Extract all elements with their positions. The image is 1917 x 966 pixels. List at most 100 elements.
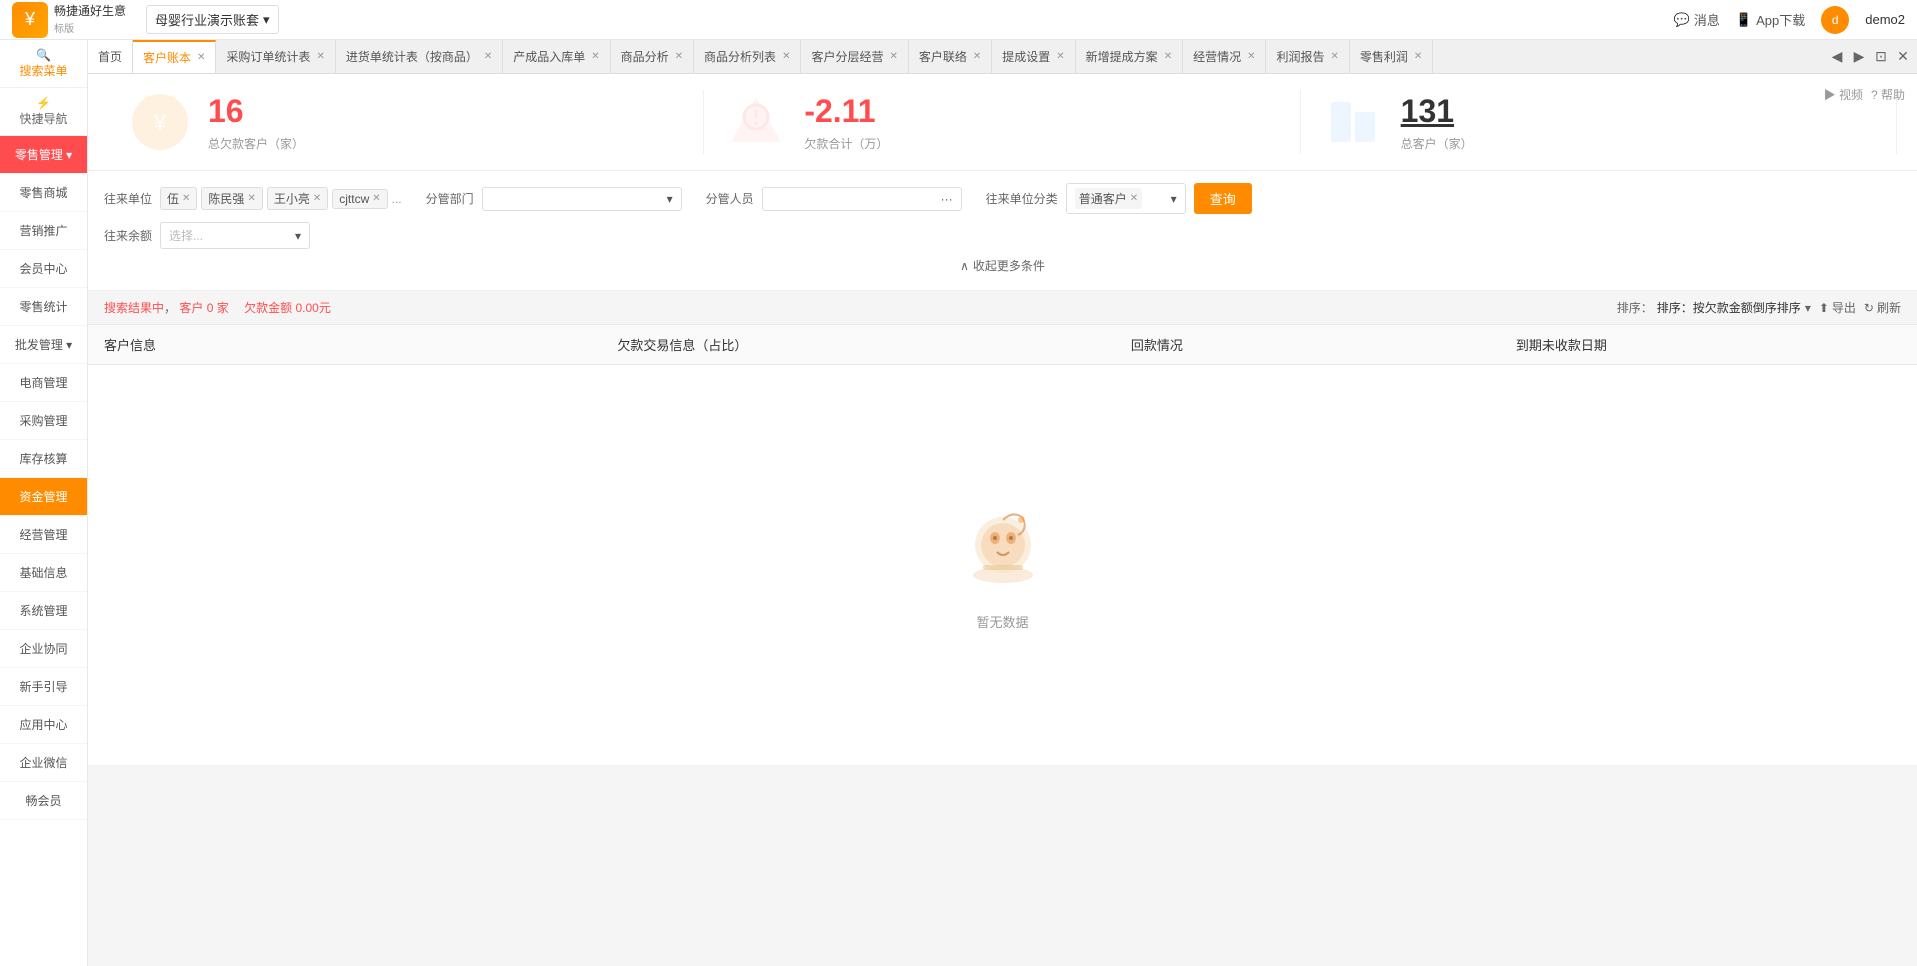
unit-category-remove[interactable]: ✕ (1130, 193, 1138, 204)
message-btn[interactable]: 💬 消息 (1674, 10, 1720, 29)
avatar-letter: d (1832, 13, 1839, 27)
tab-customer-contact[interactable]: 客户联络 ✕ (909, 40, 992, 74)
tab-purchase-order-stats[interactable]: 采购订单统计表 ✕ (216, 40, 335, 74)
sidebar-item-retail-mgmt[interactable]: 零售管理 ▾ (0, 136, 87, 174)
dept-dropdown-icon: ▾ (667, 192, 673, 206)
tab-prev-btn[interactable]: ◀ (1827, 47, 1847, 67)
video-btn[interactable]: ▶ 视频 (1824, 86, 1863, 103)
filter-tag-wang-remove[interactable]: ✕ (313, 193, 321, 204)
sidebar-item-retail-stats[interactable]: 零售统计 (0, 288, 87, 326)
total-customers-label: 总欠款客户（家） (208, 135, 304, 152)
help-btn[interactable]: ? 帮助 (1871, 86, 1905, 103)
store-selector[interactable]: 母婴行业演示账套 ▾ (146, 5, 279, 34)
tab-goods-inbound-stats-close[interactable]: ✕ (484, 51, 492, 62)
sidebar-item-app-center[interactable]: 应用中心 (0, 706, 87, 744)
stat-info-total: 131 总客户（家） (1401, 92, 1473, 151)
tab-new-commission-close[interactable]: ✕ (1164, 51, 1172, 62)
user-avatar[interactable]: d (1821, 6, 1849, 34)
tab-profit-report-close[interactable]: ✕ (1331, 51, 1339, 62)
tab-new-commission-label: 新增提成方案 (1086, 48, 1158, 65)
finance-label: 资金管理 (4, 488, 83, 505)
tab-operation-status-close[interactable]: ✕ (1247, 51, 1255, 62)
sidebar-item-purchase[interactable]: 采购管理 (0, 402, 87, 440)
sort-dropdown-icon: ▾ (1805, 301, 1811, 315)
collapse-btn[interactable]: ∧ 收起更多条件 (960, 257, 1045, 274)
table-header: 客户信息 欠款交易信息（占比） 回款情况 到期未收款日期 (88, 325, 1917, 365)
export-btn[interactable]: ⬆ 导出 (1819, 299, 1856, 316)
unit-category-select[interactable]: 普通客户 ✕ ▾ (1066, 183, 1186, 214)
sidebar-item-retail-mall[interactable]: 零售商城 (0, 174, 87, 212)
tab-close-all-btn[interactable]: ✕ (1893, 47, 1913, 67)
sidebar-item-member[interactable]: 畅会员 (0, 782, 87, 820)
balance-select[interactable]: 选择... ▾ (160, 222, 310, 249)
result-info: 搜索结果中， 客户 0 家 欠款金额 0.00元 (104, 299, 331, 316)
sort-select[interactable]: 排序： 排序：按欠款金额倒序排序 ▾ (1617, 299, 1811, 316)
tab-next-btn[interactable]: ▶ (1849, 47, 1869, 67)
help-label: 帮助 (1881, 88, 1905, 102)
person-more-icon: ··· (941, 192, 953, 206)
overdue-amount-result-value: 0.00元 (295, 301, 330, 315)
sidebar-item-inventory[interactable]: 库存核算 (0, 440, 87, 478)
stat-info-overdue: -2.11 欠款合计（万） (804, 92, 888, 151)
filter-tags-unit: 伍 ✕ 陈民强 ✕ 王小亮 ✕ cjttcw ✕ (160, 187, 402, 210)
tab-expand-btn[interactable]: ⊡ (1871, 47, 1891, 67)
sidebar-item-member-center[interactable]: 会员中心 (0, 250, 87, 288)
sidebar-item-finance[interactable]: 资金管理 (0, 478, 87, 516)
refresh-btn[interactable]: ↻ 刷新 (1864, 299, 1901, 316)
person-select[interactable]: ··· (762, 187, 962, 211)
sidebar-item-system[interactable]: 系统管理 (0, 592, 87, 630)
tab-home[interactable]: 首页 (88, 40, 133, 74)
tab-commission-settings-close[interactable]: ✕ (1056, 51, 1064, 62)
logo-symbol: ¥ (25, 9, 35, 30)
logo-text-block: 畅捷通好生意 标版 (54, 4, 126, 35)
query-button[interactable]: 查询 (1194, 183, 1252, 214)
tab-retail-profit[interactable]: 零售利润 ✕ (1350, 40, 1433, 74)
export-icon: ⬆ (1819, 301, 1829, 315)
sidebar-search[interactable]: 🔍 搜索菜单 (0, 40, 87, 88)
sidebar-item-marketing[interactable]: 营销推广 (0, 212, 87, 250)
tab-customer-tier-close[interactable]: ✕ (889, 51, 897, 62)
tab-customer-contact-close[interactable]: ✕ (973, 51, 981, 62)
filter-tag-wang: 王小亮 ✕ (267, 187, 328, 210)
tab-customer-ledger-close[interactable]: ✕ (197, 52, 205, 63)
stat-help-area: ▶ 视频 ? 帮助 (1824, 86, 1905, 103)
tab-customer-tier[interactable]: 客户分层经营 ✕ (801, 40, 908, 74)
tab-retail-profit-close[interactable]: ✕ (1414, 51, 1422, 62)
tab-goods-inbound-stats[interactable]: 进货单统计表（按商品） ✕ (336, 40, 503, 74)
store-name: 母婴行业演示账套 (155, 10, 259, 29)
tab-product-inbound-close[interactable]: ✕ (591, 51, 599, 62)
operation-label: 经营管理 (4, 526, 83, 543)
tab-new-commission[interactable]: 新增提成方案 ✕ (1076, 40, 1183, 74)
dept-select[interactable]: ▾ (482, 187, 682, 211)
filter-tag-cjttcw-remove[interactable]: ✕ (372, 193, 380, 204)
tab-purchase-order-stats-label: 采购订单统计表 (226, 48, 310, 65)
sidebar-item-basic-info[interactable]: 基础信息 (0, 554, 87, 592)
sidebar-item-guide[interactable]: 新手引导 (0, 668, 87, 706)
sidebar-item-ecommerce[interactable]: 电商管理 (0, 364, 87, 402)
stat-icon-total (1321, 90, 1385, 154)
tab-goods-analysis-close[interactable]: ✕ (675, 51, 683, 62)
tab-goods-analysis[interactable]: 商品分析 ✕ (611, 40, 694, 74)
filter-tag-chen-remove[interactable]: ✕ (247, 193, 255, 204)
filter-tag-wu: 伍 ✕ (160, 187, 197, 210)
top-bar-right: 💬 消息 📱 App下载 d demo2 (1674, 6, 1905, 34)
app-download-btn[interactable]: 📱 App下载 (1736, 10, 1805, 29)
tab-profit-report[interactable]: 利润报告 ✕ (1266, 40, 1349, 74)
tab-operation-status[interactable]: 经营情况 ✕ (1183, 40, 1266, 74)
tab-purchase-order-stats-close[interactable]: ✕ (316, 51, 324, 62)
stat-info-customers: 16 总欠款客户（家） (208, 92, 304, 151)
export-label: 导出 (1832, 299, 1856, 316)
tab-product-inbound[interactable]: 产成品入库单 ✕ (503, 40, 610, 74)
filter-more-btn[interactable]: ... (392, 192, 402, 206)
sidebar-item-wholesale-mgmt[interactable]: 批发管理 ▾ (0, 326, 87, 364)
tab-goods-analysis-list-close[interactable]: ✕ (782, 51, 790, 62)
sidebar-item-enterprise-wechat[interactable]: 企业微信 (0, 744, 87, 782)
tab-commission-settings[interactable]: 提成设置 ✕ (992, 40, 1075, 74)
sidebar-quick-nav[interactable]: ⚡ 快捷导航 (0, 88, 87, 136)
table-container: 客户信息 欠款交易信息（占比） 回款情况 到期未收款日期 (88, 325, 1917, 765)
filter-tag-wu-remove[interactable]: ✕ (182, 193, 190, 204)
sidebar-item-operation[interactable]: 经营管理 (0, 516, 87, 554)
tab-goods-analysis-list[interactable]: 商品分析列表 ✕ (694, 40, 801, 74)
sidebar-item-enterprise-collab[interactable]: 企业协同 (0, 630, 87, 668)
tab-customer-ledger[interactable]: 客户账本 ✕ (133, 40, 216, 74)
